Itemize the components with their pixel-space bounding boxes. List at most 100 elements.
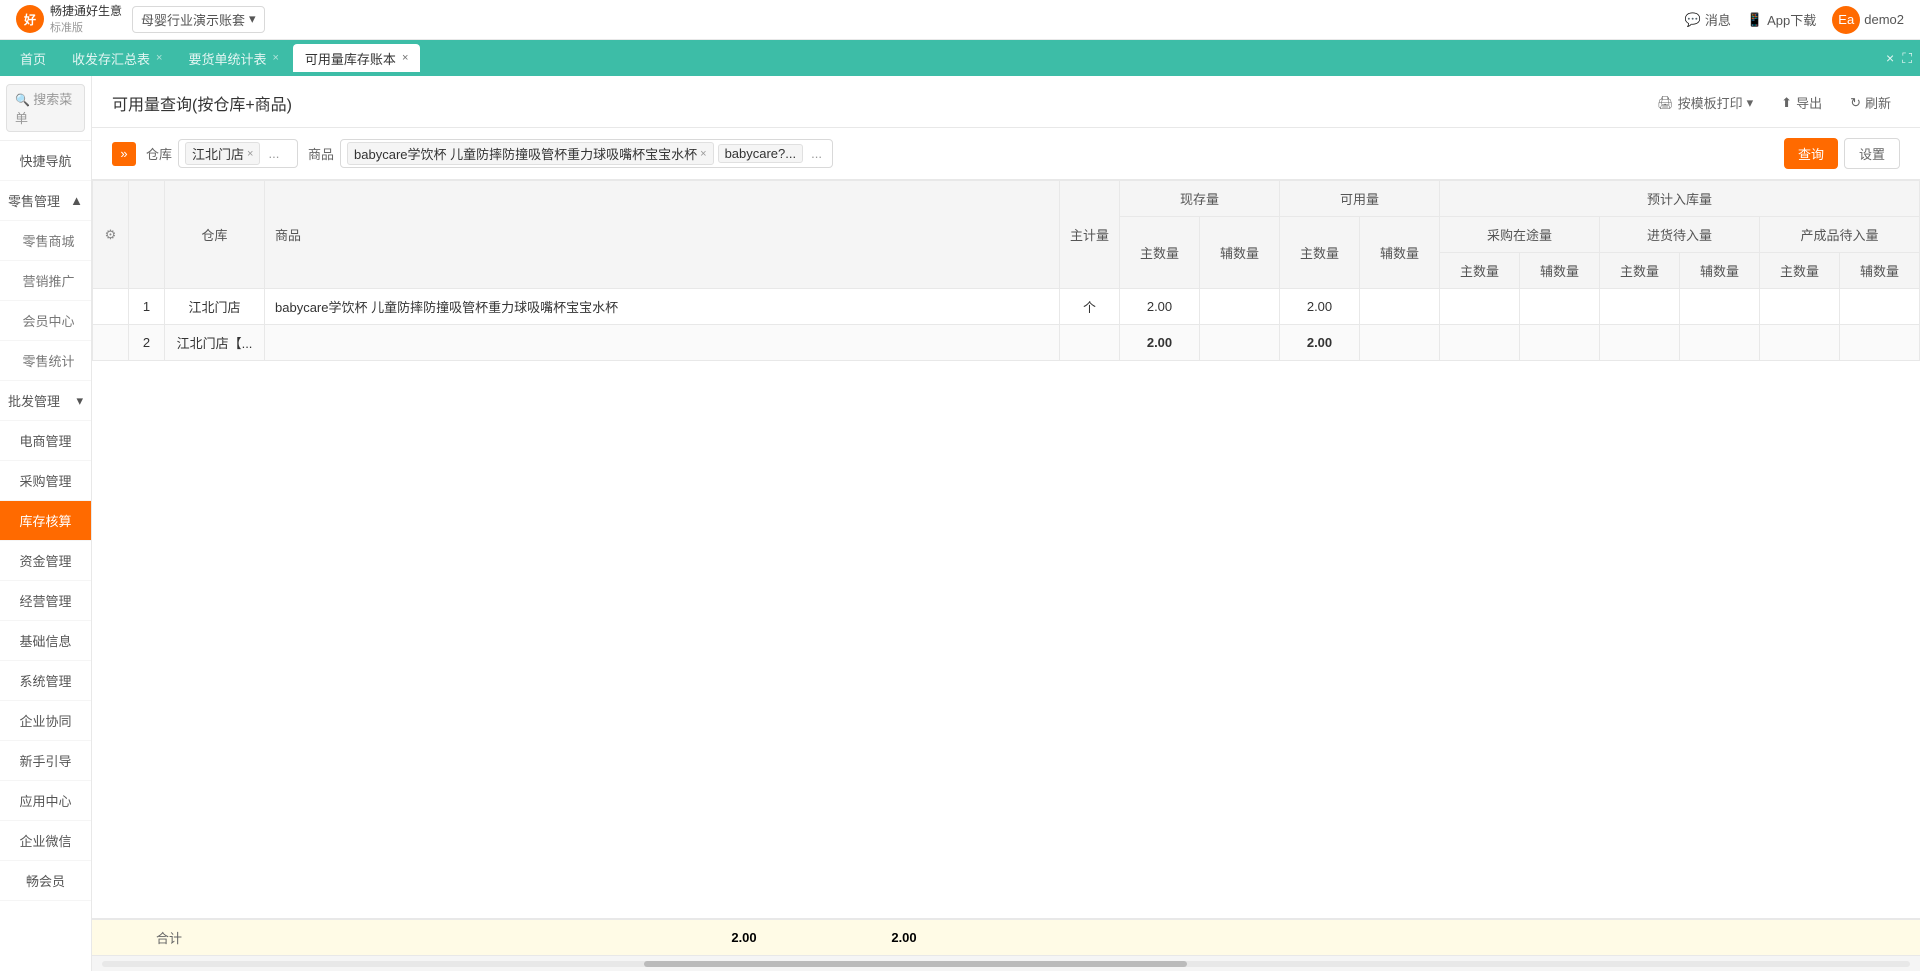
tab-orders-label: 要货单统计表 bbox=[188, 49, 266, 68]
page-actions: 🖨 按模板打印 ▾ ⬆ 导出 ↻ 刷新 bbox=[1648, 88, 1900, 117]
sidebar-item-newbie-label: 新手引导 bbox=[19, 754, 71, 769]
user-menu-button[interactable]: Ea demo2 bbox=[1832, 6, 1904, 34]
export-button[interactable]: ⬆ 导出 bbox=[1772, 88, 1831, 117]
app-download-label: App下载 bbox=[1767, 10, 1816, 29]
th-settings: ⚙ bbox=[93, 181, 129, 289]
sidebar-item-ecommerce-label: 电商管理 bbox=[19, 434, 71, 449]
sidebar-item-app-center[interactable]: 应用中心 bbox=[0, 781, 91, 821]
sidebar: 🔍 搜索菜单 快捷导航 零售管理 ▲ 零售商城 营销推广 会员中心 零售统计 批… bbox=[0, 76, 92, 971]
horizontal-scrollbar-thumb[interactable] bbox=[644, 961, 1186, 967]
horizontal-scrollbar-track[interactable] bbox=[102, 961, 1910, 967]
tab-available-label: 可用量库存账本 bbox=[305, 49, 396, 68]
row-2-prod-main bbox=[1760, 325, 1840, 361]
top-bar-right: 💬 消息 📱 App下载 Ea demo2 bbox=[1685, 6, 1904, 34]
row-1-unit: 个 bbox=[1059, 289, 1119, 325]
bottom-scrollbar bbox=[92, 955, 1920, 971]
gear-icon[interactable]: ⚙ bbox=[105, 227, 117, 242]
sidebar-item-system-label: 系统管理 bbox=[19, 674, 71, 689]
row-2-warehouse: 江北门店【... bbox=[165, 325, 265, 361]
sidebar-item-wholesale[interactable]: 批发管理 ▾ bbox=[0, 381, 91, 421]
th-product: 商品 bbox=[265, 181, 1060, 289]
warehouse-filter-dots[interactable]: ... bbox=[264, 146, 283, 161]
print-button[interactable]: 🖨 按模板打印 ▾ bbox=[1648, 88, 1762, 117]
fullscreen-button[interactable]: ⛶ bbox=[1902, 50, 1912, 67]
sidebar-item-vip[interactable]: 畅会员 bbox=[0, 861, 91, 901]
sidebar-search-button[interactable]: 🔍 搜索菜单 bbox=[6, 84, 85, 132]
app-download-button[interactable]: 📱 App下载 bbox=[1747, 10, 1816, 29]
sidebar-item-quick[interactable]: 快捷导航 bbox=[0, 141, 91, 181]
export-label: 导出 bbox=[1796, 93, 1822, 112]
sidebar-item-retail-stats[interactable]: 零售统计 bbox=[0, 341, 91, 381]
sidebar-item-member-label: 会员中心 bbox=[22, 314, 74, 329]
industry-selector[interactable]: 母婴行业演示账套 ▾ bbox=[132, 6, 265, 33]
tab-receipts[interactable]: 收发存汇总表 × bbox=[60, 44, 174, 72]
row-1-prod-main bbox=[1760, 289, 1840, 325]
row-2-arr-main bbox=[1600, 325, 1680, 361]
sidebar-item-system[interactable]: 系统管理 bbox=[0, 661, 91, 701]
logo-text: 畅捷通好生意 bbox=[50, 4, 122, 18]
refresh-button[interactable]: ↻ 刷新 bbox=[1841, 88, 1900, 117]
product-tag-0-close[interactable]: × bbox=[700, 148, 706, 160]
product-tag-container[interactable]: babycare学饮杯 儿童防摔防撞吸管杯重力球吸嘴杯宝宝水杯 × babyca… bbox=[340, 139, 833, 168]
printer-icon: 🖨 bbox=[1657, 95, 1674, 111]
row-2-index: 2 bbox=[129, 325, 165, 361]
sidebar-item-enterprise-label: 企业协同 bbox=[19, 714, 71, 729]
sidebar-item-ecommerce[interactable]: 电商管理 bbox=[0, 421, 91, 461]
row-2-settings bbox=[93, 325, 129, 361]
row-2-prod-aux bbox=[1840, 325, 1920, 361]
product-tag-1: babycare?... bbox=[718, 144, 804, 163]
tab-orders[interactable]: 要货单统计表 × bbox=[176, 44, 290, 72]
sidebar-item-finance[interactable]: 资金管理 bbox=[0, 541, 91, 581]
sidebar-item-enterprise[interactable]: 企业协同 bbox=[0, 701, 91, 741]
row-1-index: 1 bbox=[129, 289, 165, 325]
sidebar-item-finance-label: 资金管理 bbox=[19, 554, 71, 569]
sidebar-item-newbie[interactable]: 新手引导 bbox=[0, 741, 91, 781]
row-2-stock-aux bbox=[1200, 325, 1280, 361]
product-filter-dots[interactable]: ... bbox=[807, 146, 826, 161]
settings-button[interactable]: 设置 bbox=[1844, 138, 1900, 169]
page-title-row: 可用量查询(按仓库+商品) 🖨 按模板打印 ▾ ⬆ 导出 ↻ 刷新 bbox=[112, 88, 1900, 127]
tab-receipts-close[interactable]: × bbox=[156, 52, 162, 64]
row-1-arr-main bbox=[1600, 289, 1680, 325]
warehouse-tag-0-label: 江北门店 bbox=[192, 144, 244, 163]
logo-icon: 好 bbox=[16, 5, 44, 33]
user-name: demo2 bbox=[1864, 12, 1904, 27]
query-button[interactable]: 查询 bbox=[1784, 138, 1838, 169]
close-all-tabs-button[interactable]: × bbox=[1886, 50, 1894, 67]
tab-available-close[interactable]: × bbox=[402, 52, 408, 64]
row-2-stock-main: 2.00 bbox=[1120, 325, 1200, 361]
sidebar-item-retail[interactable]: 零售管理 ▲ bbox=[0, 181, 91, 221]
sidebar-item-retail-mall-label: 零售商城 bbox=[22, 234, 74, 249]
tab-home[interactable]: 首页 bbox=[8, 44, 58, 72]
sidebar-item-inventory[interactable]: 库存核算 bbox=[0, 501, 91, 541]
warehouse-tag-0-close[interactable]: × bbox=[247, 148, 253, 160]
chevron-down-icon: ▾ bbox=[249, 11, 256, 27]
sidebar-item-retail-stats-label: 零售统计 bbox=[22, 354, 74, 369]
export-icon: ⬆ bbox=[1781, 95, 1792, 111]
sidebar-item-basic[interactable]: 基础信息 bbox=[0, 621, 91, 661]
message-button[interactable]: 💬 消息 bbox=[1685, 10, 1731, 29]
sidebar-item-marketing[interactable]: 营销推广 bbox=[0, 261, 91, 301]
product-filter-label: 商品 bbox=[308, 144, 334, 163]
page-header: 可用量查询(按仓库+商品) 🖨 按模板打印 ▾ ⬆ 导出 ↻ 刷新 bbox=[92, 76, 1920, 128]
tab-available[interactable]: 可用量库存账本 × bbox=[293, 44, 420, 72]
sidebar-item-quick-label: 快捷导航 bbox=[19, 154, 71, 169]
sidebar-item-operations[interactable]: 经营管理 bbox=[0, 581, 91, 621]
row-1-arr-aux bbox=[1680, 289, 1760, 325]
row-2-arr-aux bbox=[1680, 325, 1760, 361]
warehouse-tag-container[interactable]: 江北门店 × ... bbox=[178, 139, 298, 168]
tab-receipts-label: 收发存汇总表 bbox=[72, 49, 150, 68]
sidebar-item-enterprise-wechat[interactable]: 企业微信 bbox=[0, 821, 91, 861]
sidebar-item-retail-label: 零售管理 bbox=[8, 191, 60, 210]
tab-orders-close[interactable]: × bbox=[272, 52, 278, 64]
nav-window-controls: × ⛶ bbox=[1886, 50, 1912, 67]
sidebar-item-retail-mall[interactable]: 零售商城 bbox=[0, 221, 91, 261]
top-bar-left: 好 畅捷通好生意 标准版 母婴行业演示账套 ▾ bbox=[16, 4, 265, 34]
th-stock-main: 主数量 bbox=[1120, 217, 1200, 289]
sidebar-item-purchase[interactable]: 采购管理 bbox=[0, 461, 91, 501]
sidebar-item-member[interactable]: 会员中心 bbox=[0, 301, 91, 341]
logo-text-container: 畅捷通好生意 标准版 bbox=[50, 4, 122, 34]
th-arrival: 进货待入量 bbox=[1600, 217, 1760, 253]
filter-expand-button[interactable]: » bbox=[112, 142, 136, 166]
th-available-main: 主数量 bbox=[1280, 217, 1360, 289]
